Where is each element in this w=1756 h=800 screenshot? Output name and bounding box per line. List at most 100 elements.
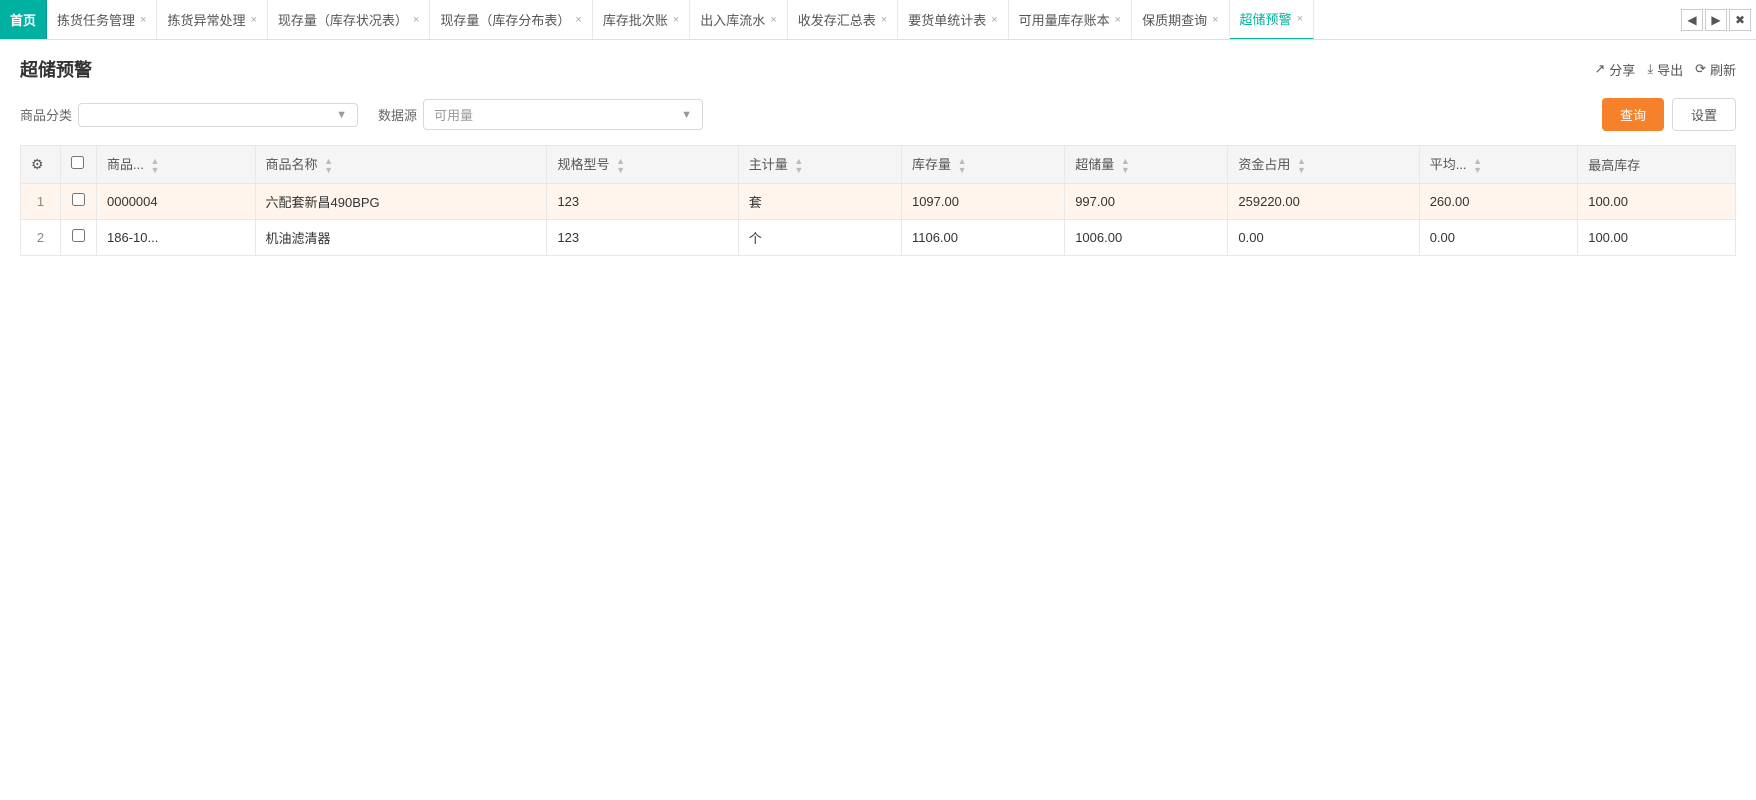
tab-close-overstock[interactable]: ×: [1297, 13, 1303, 25]
col-spec[interactable]: 规格型号 ▲▼: [547, 146, 738, 184]
col-stock-label: 库存量: [912, 157, 951, 172]
goods-code-0: 0000004: [97, 183, 256, 219]
row-checkbox-1[interactable]: [72, 229, 85, 242]
tab-next-button[interactable]: ▶: [1705, 9, 1727, 31]
spec-1: 123: [547, 219, 738, 255]
tab-abnormal[interactable]: 拣货异常处理 ×: [157, 0, 267, 40]
col-unit-label: 主计量: [749, 157, 788, 172]
export-icon: ⤓: [1647, 61, 1653, 77]
tab-label-stock-batch: 库存批次账: [603, 10, 668, 29]
tab-order-stat[interactable]: 要货单统计表 ×: [898, 0, 1008, 40]
col-goods-name[interactable]: 商品名称 ▲▼: [255, 146, 547, 184]
sort-icon-goods-name: ▲▼: [324, 157, 333, 175]
tab-close-stock-batch[interactable]: ×: [673, 14, 679, 26]
tab-close-order-stat[interactable]: ×: [991, 14, 997, 26]
tab-label-home: 首页: [10, 10, 36, 29]
col-settings[interactable]: ⚙: [21, 146, 61, 184]
category-select[interactable]: ▼: [78, 103, 358, 127]
col-capital-label: 资金占用: [1238, 157, 1290, 172]
tab-close-io-flow[interactable]: ×: [770, 14, 776, 26]
category-filter: 商品分类 ▼: [20, 103, 358, 127]
tab-close-stock-status[interactable]: ×: [413, 14, 419, 26]
overstock-1: 1006.00: [1065, 219, 1228, 255]
tab-close-recv-send[interactable]: ×: [881, 14, 887, 26]
capital-1: 0.00: [1228, 219, 1419, 255]
filter-actions: 查询 设置: [1602, 98, 1736, 131]
unit-0: 套: [738, 183, 901, 219]
col-max-stock[interactable]: 最高库存: [1578, 146, 1736, 184]
sort-icon-avg: ▲▼: [1473, 157, 1482, 175]
datasource-label: 数据源: [378, 105, 417, 124]
tab-nav-buttons: ◀ ▶ ✖: [1680, 9, 1756, 31]
col-goods-code[interactable]: 商品... ▲▼: [97, 146, 256, 184]
tab-stock-batch[interactable]: 库存批次账 ×: [593, 0, 690, 40]
select-all-checkbox[interactable]: [71, 156, 84, 169]
tab-close-task-mgmt[interactable]: ×: [140, 14, 146, 26]
unit-1: 个: [738, 219, 901, 255]
goods-code-1: 186-10...: [97, 219, 256, 255]
col-unit[interactable]: 主计量 ▲▼: [738, 146, 901, 184]
tab-home[interactable]: 首页: [0, 0, 47, 40]
share-icon: ↗: [1594, 61, 1605, 77]
sort-icon-goods-code: ▲▼: [150, 157, 159, 175]
tab-stock-status[interactable]: 现存量（库存状况表） ×: [268, 0, 430, 40]
tab-quality[interactable]: 保质期查询 ×: [1132, 0, 1229, 40]
max-stock-0: 100.00: [1578, 183, 1736, 219]
col-spec-label: 规格型号: [557, 157, 609, 172]
tab-avail-stock[interactable]: 可用量库存账本×: [1009, 0, 1132, 40]
col-goods-name-label: 商品名称: [266, 157, 318, 172]
tab-close-stock-dist[interactable]: ×: [575, 14, 581, 26]
row-num-1: 2: [21, 219, 61, 255]
sort-icon-spec: ▲▼: [616, 157, 625, 175]
tab-close-avail-stock[interactable]: ×: [1115, 14, 1121, 26]
tab-label-task-mgmt: 拣货任务管理: [57, 10, 135, 29]
refresh-icon: ⟳: [1695, 61, 1706, 77]
gear-icon: ⚙: [31, 156, 44, 172]
sort-icon-unit: ▲▼: [794, 157, 803, 175]
row-checkbox-0[interactable]: [72, 193, 85, 206]
header-actions: ↗ 分享 ⤓ 导出 ⟳ 刷新: [1594, 60, 1736, 79]
tab-prev-button[interactable]: ◀: [1681, 9, 1703, 31]
overstock-0: 997.00: [1065, 183, 1228, 219]
col-capital[interactable]: 资金占用 ▲▼: [1228, 146, 1419, 184]
col-max-stock-label: 最高库存: [1588, 158, 1640, 173]
tab-label-quality: 保质期查询: [1142, 10, 1207, 29]
datasource-select[interactable]: 可用量 ▼: [423, 99, 703, 130]
tab-label-recv-send: 收发存汇总表: [798, 10, 876, 29]
table-row: 10000004六配套新昌490BPG123套1097.00997.002592…: [21, 183, 1736, 219]
table-row: 2186-10...机油滤清器123个1106.001006.000.000.0…: [21, 219, 1736, 255]
table-header-row: ⚙ 商品... ▲▼ 商品名称 ▲▼ 规格型号 ▲▼ 主计: [21, 146, 1736, 184]
datasource-dropdown-icon: ▼: [681, 109, 692, 121]
tab-stock-dist[interactable]: 现存量（库存分布表）×: [430, 0, 592, 40]
tab-close-quality[interactable]: ×: [1212, 14, 1218, 26]
share-label: 分享: [1609, 60, 1635, 79]
col-goods-code-label: 商品...: [107, 157, 144, 172]
goods-name-1: 机油滤清器: [255, 219, 547, 255]
settings-button[interactable]: 设置: [1672, 98, 1736, 131]
tab-label-io-flow: 出入库流水: [700, 10, 765, 29]
tab-task-mgmt[interactable]: 拣货任务管理 ×: [47, 0, 157, 40]
row-checkbox-cell-0: [61, 183, 97, 219]
share-action[interactable]: ↗ 分享: [1594, 60, 1635, 79]
tab-io-flow[interactable]: 出入库流水 ×: [690, 0, 787, 40]
col-checkbox[interactable]: [61, 146, 97, 184]
col-avg[interactable]: 平均... ▲▼: [1419, 146, 1578, 184]
export-action[interactable]: ⤓ 导出: [1647, 60, 1683, 79]
refresh-label: 刷新: [1710, 60, 1736, 79]
tab-more-button[interactable]: ✖: [1729, 9, 1751, 31]
page-header: 超储预警 ↗ 分享 ⤓ 导出 ⟳ 刷新: [20, 56, 1736, 82]
refresh-action[interactable]: ⟳ 刷新: [1695, 60, 1736, 79]
col-overstock[interactable]: 超储量 ▲▼: [1065, 146, 1228, 184]
tab-label-stock-status: 现存量（库存状况表）: [278, 10, 408, 29]
tab-overstock[interactable]: 超储预警×: [1230, 0, 1314, 40]
avg-0: 260.00: [1419, 183, 1578, 219]
stock-0: 1097.00: [901, 183, 1064, 219]
row-num-0: 1: [21, 183, 61, 219]
tab-recv-send[interactable]: 收发存汇总表 ×: [788, 0, 898, 40]
spec-0: 123: [547, 183, 738, 219]
tab-label-abnormal: 拣货异常处理: [167, 10, 245, 29]
query-button[interactable]: 查询: [1602, 98, 1664, 131]
tab-close-abnormal[interactable]: ×: [250, 14, 256, 26]
tab-label-order-stat: 要货单统计表: [908, 10, 986, 29]
col-stock[interactable]: 库存量 ▲▼: [901, 146, 1064, 184]
